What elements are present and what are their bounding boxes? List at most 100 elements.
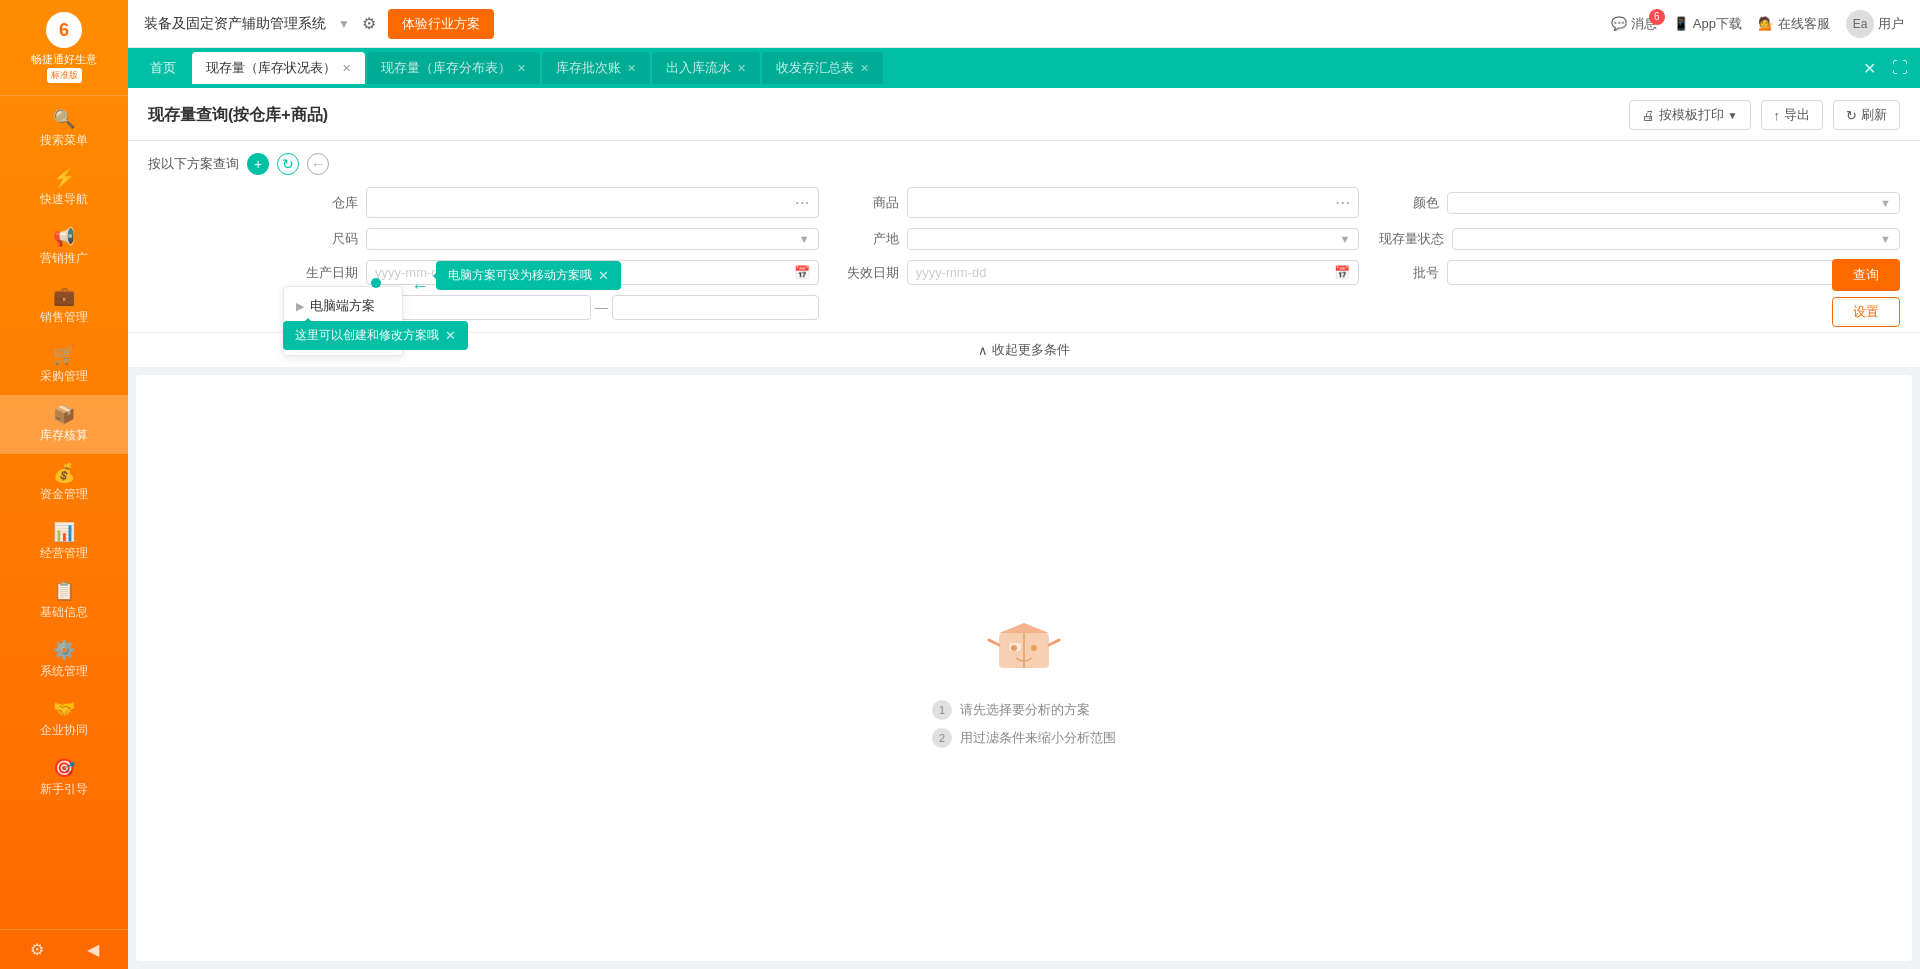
scheme-desktop-label: 电脑端方案 bbox=[310, 297, 375, 315]
trial-btn[interactable]: 体验行业方案 bbox=[388, 9, 494, 39]
size-select[interactable]: ▼ bbox=[366, 228, 819, 250]
collapse-label: 收起更多条件 bbox=[992, 341, 1070, 359]
empty-tips: 1 请先选择要分析的方案 2 用过滤条件来缩小分析范围 bbox=[932, 700, 1116, 748]
tab-inout[interactable]: 出入库流水 ✕ bbox=[652, 52, 760, 84]
online-service-label: 在线客服 bbox=[1778, 15, 1830, 33]
svg-line-7 bbox=[1049, 640, 1059, 645]
reset-btn[interactable]: 设置 bbox=[1832, 297, 1900, 327]
notification-icon: 💬 bbox=[1611, 16, 1627, 31]
goods-select[interactable]: ··· bbox=[907, 187, 1360, 218]
filter-refresh-btn[interactable]: ↻ bbox=[277, 153, 299, 175]
tooltip2-close-btn[interactable]: ✕ bbox=[445, 328, 456, 343]
tab-inout-close[interactable]: ✕ bbox=[737, 62, 746, 75]
collapse-sidebar-btn[interactable]: ◀ bbox=[87, 940, 99, 959]
sidebar-item-inventory[interactable]: 📦 库存核算 bbox=[0, 395, 128, 454]
sidebar-item-marketing[interactable]: 📢 营销推广 bbox=[0, 218, 128, 277]
filter-back-btn[interactable]: ← bbox=[307, 153, 329, 175]
tab-batch-close[interactable]: ✕ bbox=[627, 62, 636, 75]
sidebar-item-enterprise[interactable]: 🤝 企业协同 bbox=[0, 690, 128, 749]
warehouse-dots[interactable]: ··· bbox=[795, 192, 810, 213]
topbar-settings-icon[interactable]: ⚙ bbox=[362, 14, 376, 33]
tab-inventory-status-label: 现存量（库存状况表） bbox=[206, 59, 336, 77]
export-btn[interactable]: ↑ 导出 bbox=[1761, 100, 1824, 130]
origin-select-arrow: ▼ bbox=[1339, 233, 1350, 245]
empty-tip-2: 2 用过滤条件来缩小分析范围 bbox=[932, 728, 1116, 748]
export-label: 导出 bbox=[1784, 106, 1810, 124]
stock-main-max-input[interactable] bbox=[612, 295, 819, 320]
scheme-expand-icon: ▶ bbox=[296, 300, 304, 313]
filter-row-color: 颜色 ▼ bbox=[1379, 187, 1900, 218]
tip-2-text: 用过滤条件来缩小分析范围 bbox=[960, 729, 1116, 747]
goods-dots[interactable]: ··· bbox=[1335, 192, 1350, 213]
user-menu[interactable]: Ea 用户 bbox=[1846, 10, 1904, 38]
guide-icon: 🎯 bbox=[53, 759, 75, 777]
operation-icon: 📊 bbox=[53, 523, 75, 541]
filter-section: 按以下方案查询 + ↻ ← ▶ 电脑端方案 ▶ 移动端方案 bbox=[128, 141, 1920, 332]
scheme-tree-item-desktop[interactable]: ▶ 电脑端方案 bbox=[284, 291, 402, 321]
filter-row-size: 尺码 ▼ bbox=[298, 228, 819, 250]
color-label: 颜色 bbox=[1379, 194, 1439, 212]
stock-main-min-input[interactable] bbox=[384, 295, 591, 320]
sidebar-item-search[interactable]: 🔍 搜索菜单 bbox=[0, 100, 128, 159]
color-select[interactable]: ▼ bbox=[1447, 192, 1900, 214]
tooltip1-close-btn[interactable]: ✕ bbox=[598, 268, 609, 283]
settings-bottom-btn[interactable]: ⚙ bbox=[30, 940, 44, 959]
connector-dot bbox=[371, 278, 381, 288]
quicknav-icon: ⚡ bbox=[53, 169, 75, 187]
online-service-btn[interactable]: 💁 在线客服 bbox=[1758, 15, 1830, 33]
connector-arrow: ← bbox=[411, 276, 429, 297]
app-logo-text: 畅捷通好生意 bbox=[31, 52, 97, 66]
tab-inventory-dist-close[interactable]: ✕ bbox=[517, 62, 526, 75]
sidebar-bottom: ⚙ ◀ bbox=[0, 929, 128, 969]
refresh-btn[interactable]: ↻ 刷新 bbox=[1833, 100, 1900, 130]
print-label: 按模板打印 bbox=[1659, 106, 1724, 124]
marketing-icon: 📢 bbox=[53, 228, 75, 246]
tab-inventory-status[interactable]: 现存量（库存状况表） ✕ bbox=[192, 52, 365, 84]
sidebar-item-label: 营销推广 bbox=[40, 250, 88, 267]
tab-close-all-btn[interactable]: ✕ bbox=[1859, 55, 1880, 82]
sidebar-item-system[interactable]: ⚙️ 系统管理 bbox=[0, 631, 128, 690]
app-download-btn[interactable]: 📱 App下载 bbox=[1673, 15, 1742, 33]
collapse-up-icon: ∧ bbox=[978, 343, 988, 358]
tab-home[interactable]: 首页 bbox=[136, 52, 190, 84]
warehouse-select[interactable]: ··· bbox=[366, 187, 819, 218]
filter-row-expiry-date: 失效日期 yyyy-mm-dd 📅 bbox=[839, 260, 1360, 285]
search-btn[interactable]: 查询 bbox=[1832, 259, 1900, 291]
sidebar-item-purchase[interactable]: 🛒 采购管理 bbox=[0, 336, 128, 395]
main-content: 装备及固定资产辅助管理系统 ▼ ⚙ 体验行业方案 💬 消息 6 📱 App下载 … bbox=[128, 0, 1920, 969]
sidebar-item-label: 资金管理 bbox=[40, 486, 88, 503]
refresh-icon: ↻ bbox=[1846, 108, 1857, 123]
sidebar-item-quicknav[interactable]: ⚡ 快速导航 bbox=[0, 159, 128, 218]
user-avatar: Ea bbox=[1846, 10, 1874, 38]
expiry-date-calendar-icon: 📅 bbox=[1334, 265, 1350, 280]
tab-maximize-btn[interactable]: ⛶ bbox=[1888, 55, 1912, 82]
sidebar-item-label: 库存核算 bbox=[40, 427, 88, 444]
color-select-arrow: ▼ bbox=[1880, 197, 1891, 209]
tab-inventory-dist[interactable]: 现存量（库存分布表） ✕ bbox=[367, 52, 540, 84]
filter-row-warehouse: 仓库 ··· bbox=[298, 187, 819, 218]
sidebar-item-finance[interactable]: 💰 资金管理 bbox=[0, 454, 128, 513]
sidebar-item-label: 基础信息 bbox=[40, 604, 88, 621]
tab-summary-close[interactable]: ✕ bbox=[860, 62, 869, 75]
sidebar-item-guide[interactable]: 🎯 新手引导 bbox=[0, 749, 128, 808]
topbar-dropdown-arrow: ▼ bbox=[338, 17, 350, 31]
search-reset-buttons: 查询 设置 bbox=[1832, 259, 1900, 327]
print-btn[interactable]: 🖨 按模板打印 ▼ bbox=[1629, 100, 1751, 130]
tooltip-create-scheme: 这里可以创建和修改方案哦 ✕ bbox=[283, 321, 468, 350]
expiry-date-input[interactable]: yyyy-mm-dd 📅 bbox=[907, 260, 1360, 285]
page-header-actions: 🖨 按模板打印 ▼ ↑ 导出 ↻ 刷新 bbox=[1629, 100, 1900, 130]
sidebar-item-operation[interactable]: 📊 经营管理 bbox=[0, 513, 128, 572]
user-label: 用户 bbox=[1878, 15, 1904, 33]
tab-inventory-status-close[interactable]: ✕ bbox=[342, 62, 351, 75]
filter-add-btn[interactable]: + bbox=[247, 153, 269, 175]
notification-btn[interactable]: 💬 消息 6 bbox=[1611, 15, 1657, 33]
tooltip-desktop-scheme: 电脑方案可设为移动方案哦 ✕ bbox=[436, 261, 621, 290]
filter-row-batch: 批号 bbox=[1379, 260, 1900, 285]
tab-home-label: 首页 bbox=[150, 59, 176, 77]
stock-status-select[interactable]: ▼ bbox=[1452, 228, 1900, 250]
sidebar-item-basic[interactable]: 📋 基础信息 bbox=[0, 572, 128, 631]
tab-batch[interactable]: 库存批次账 ✕ bbox=[542, 52, 650, 84]
origin-select[interactable]: ▼ bbox=[907, 228, 1360, 250]
tab-summary[interactable]: 收发存汇总表 ✕ bbox=[762, 52, 883, 84]
sidebar-item-sales[interactable]: 💼 销售管理 bbox=[0, 277, 128, 336]
